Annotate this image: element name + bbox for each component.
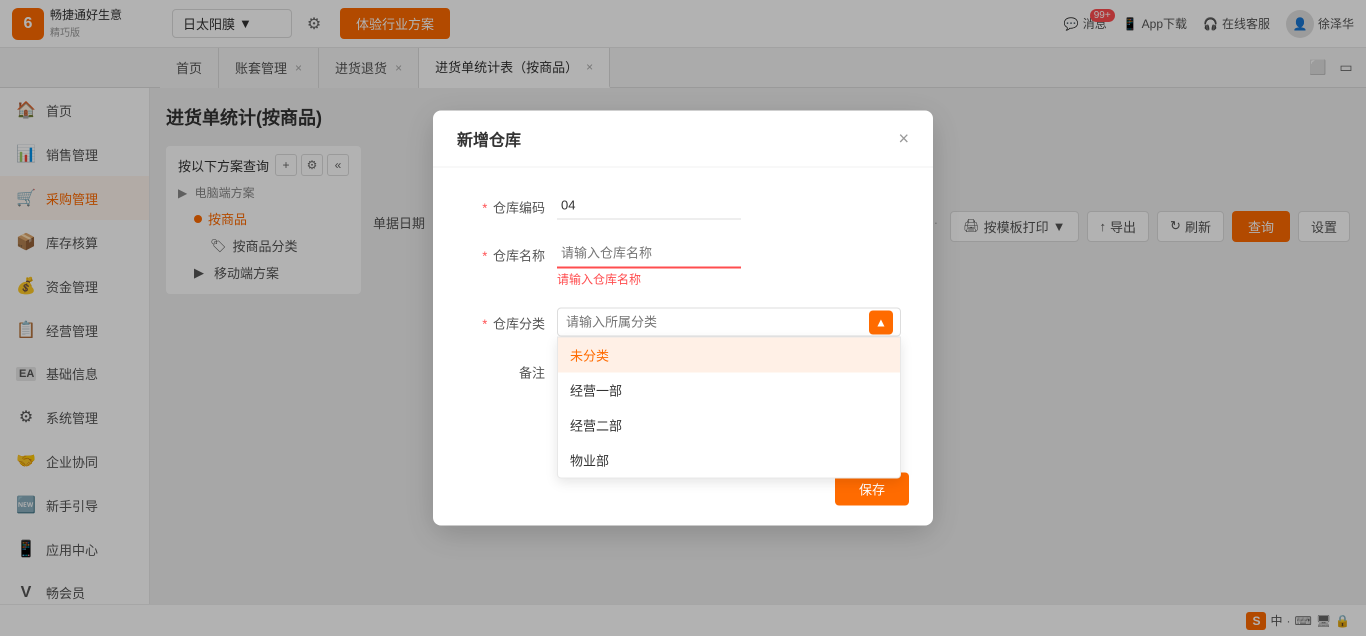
code-label: * 仓库编码 <box>465 192 545 217</box>
category-input-wrap: ▲ 未分类 经营一部 经营二部 物业部 <box>557 308 901 337</box>
category-label: * 仓库分类 <box>465 308 545 333</box>
name-input[interactable] <box>557 240 741 269</box>
category-input[interactable] <box>557 308 901 337</box>
name-error-msg: 请输入仓库名称 <box>557 271 901 288</box>
category-row: * 仓库分类 ▲ 未分类 经营一部 经营二部 物业部 <box>465 308 901 337</box>
code-input-wrap <box>557 192 901 220</box>
remark-label: 备注 <box>465 357 545 382</box>
dialog-header: 新增仓库 × <box>433 111 933 168</box>
name-label: * 仓库名称 <box>465 240 545 265</box>
dropdown-item-dept1[interactable]: 经营一部 <box>558 373 900 408</box>
dropdown-item-uncategorized[interactable]: 未分类 <box>558 338 900 373</box>
name-input-wrap: 请输入仓库名称 <box>557 240 901 288</box>
category-toggle-button[interactable]: ▲ <box>869 310 893 334</box>
dialog-title: 新增仓库 <box>457 127 521 151</box>
dialog-body: * 仓库编码 * 仓库名称 请输入仓库名称 * 仓库分类 <box>433 168 933 461</box>
dialog-close-button[interactable]: × <box>898 128 909 149</box>
code-input[interactable] <box>557 192 741 220</box>
dropdown-item-property[interactable]: 物业部 <box>558 443 900 478</box>
code-row: * 仓库编码 <box>465 192 901 220</box>
add-warehouse-dialog: 新增仓库 × * 仓库编码 * 仓库名称 请输入仓库名称 <box>433 111 933 526</box>
dropdown-item-dept2[interactable]: 经营二部 <box>558 408 900 443</box>
name-row: * 仓库名称 请输入仓库名称 <box>465 240 901 288</box>
category-dropdown: 未分类 经营一部 经营二部 物业部 <box>557 337 901 479</box>
